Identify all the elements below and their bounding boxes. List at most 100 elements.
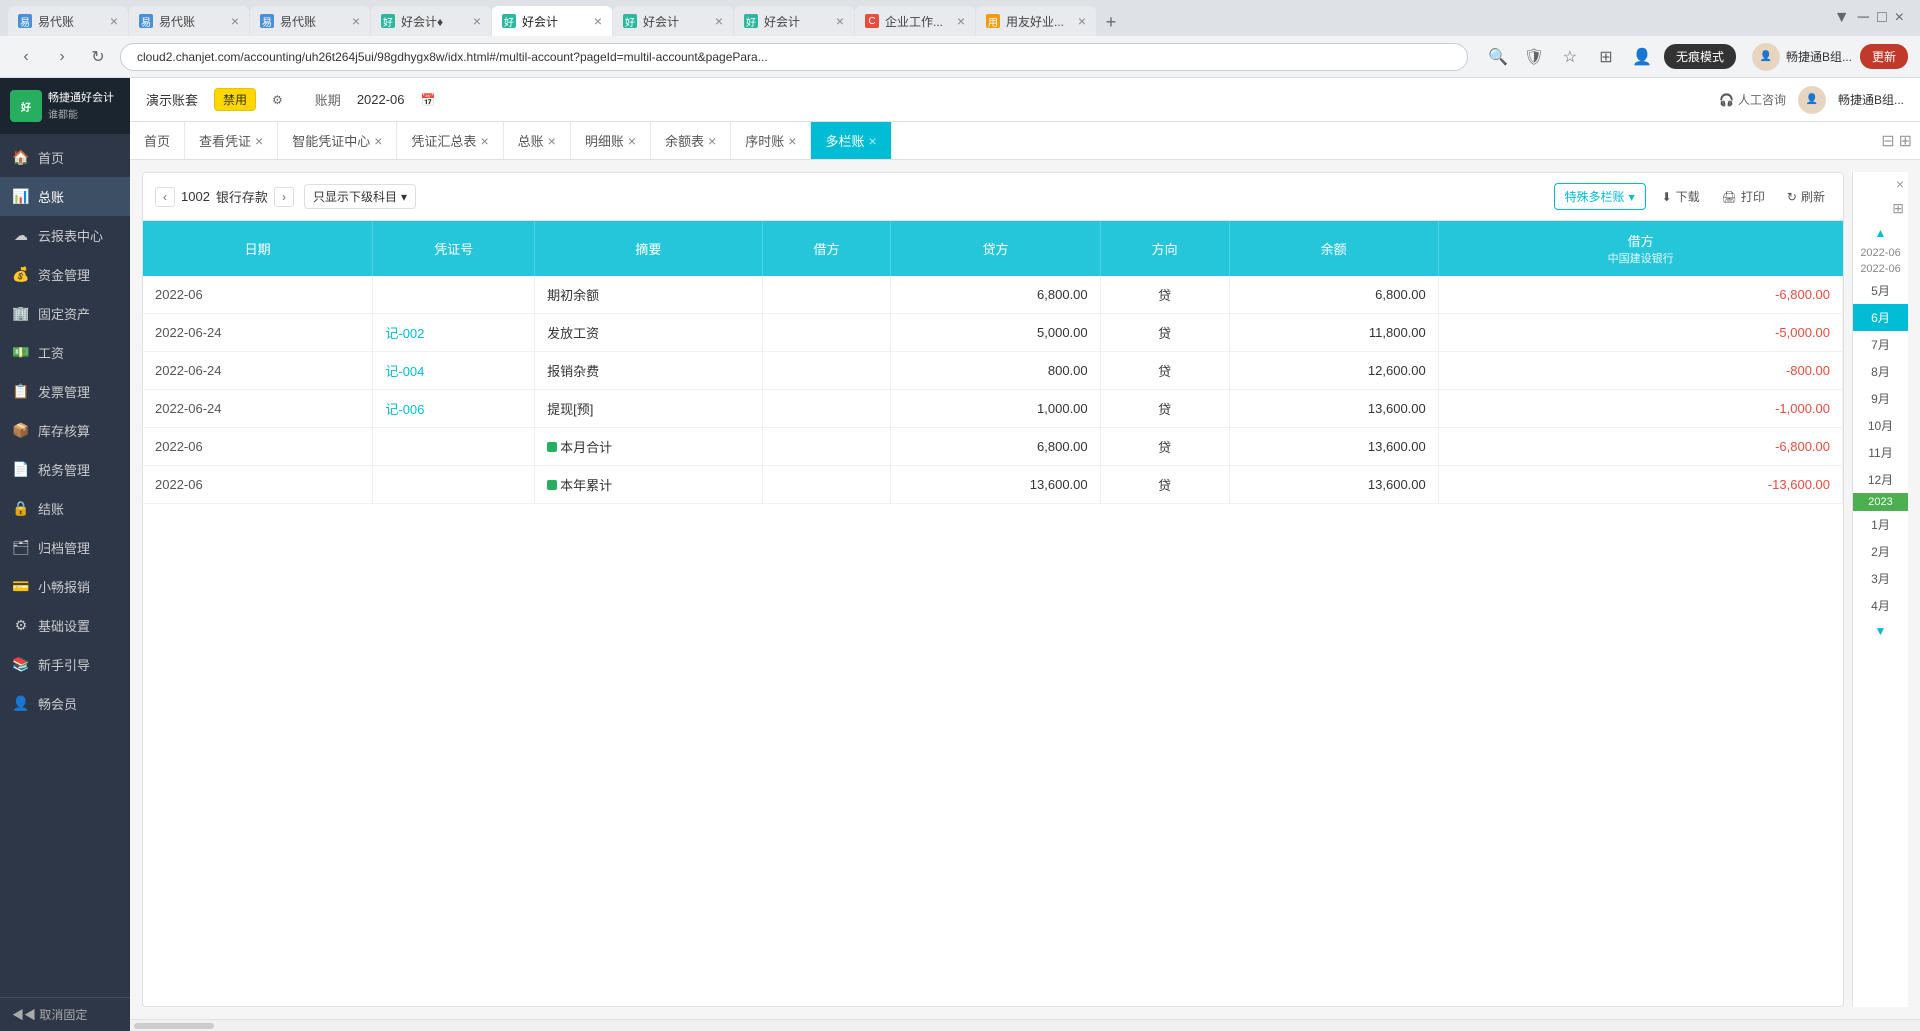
- sidebar-collapse-button[interactable]: ◀◀ 取消固定: [0, 997, 130, 1031]
- cell-voucher[interactable]: 记-004: [373, 352, 535, 390]
- period-value[interactable]: 2022-06: [357, 92, 405, 107]
- forward-button[interactable]: ›: [48, 43, 76, 71]
- search-icon[interactable]: 🔍: [1484, 43, 1512, 71]
- year-2023-label[interactable]: 2023: [1853, 493, 1908, 511]
- print-button[interactable]: 🖨 打印: [1716, 184, 1771, 209]
- profile-icon[interactable]: 👤: [1628, 43, 1656, 71]
- month-may[interactable]: 5月: [1853, 277, 1908, 304]
- tab-7[interactable]: 好 好会计 ×: [734, 6, 854, 36]
- month-june[interactable]: 6月: [1853, 304, 1908, 331]
- back-button[interactable]: ‹: [12, 43, 40, 71]
- nav-tab-close-balance[interactable]: ×: [708, 133, 716, 149]
- tab-close-4[interactable]: ×: [473, 13, 481, 29]
- sidebar-item-fund[interactable]: 💰 资金管理: [0, 255, 130, 294]
- nav-tab-balance[interactable]: 余额表 ×: [651, 122, 731, 160]
- nav-tab-close-voucher[interactable]: ×: [255, 133, 263, 149]
- filter-dropdown[interactable]: 只显示下级科目 ▾: [304, 184, 416, 209]
- tab-list-button[interactable]: ▼: [1834, 9, 1850, 27]
- sidebar-item-inventory[interactable]: 📦 库存核算: [0, 411, 130, 450]
- sidebar-item-close[interactable]: 🔒 结账: [0, 489, 130, 528]
- month-mar-2023[interactable]: 3月: [1853, 565, 1908, 592]
- tab-close-3[interactable]: ×: [352, 13, 360, 29]
- tab-3[interactable]: 易 易代账 ×: [250, 6, 370, 36]
- consult-button[interactable]: 🎧 人工咨询: [1719, 91, 1786, 108]
- cell-voucher[interactable]: 记-006: [373, 390, 535, 428]
- sidebar-item-expense[interactable]: 💳 小畅报销: [0, 567, 130, 606]
- add-tab-button[interactable]: +: [1097, 8, 1125, 36]
- calendar-icon[interactable]: 📅: [421, 93, 436, 107]
- tab-close-8[interactable]: ×: [957, 13, 965, 29]
- close-window-button[interactable]: ×: [1895, 9, 1904, 27]
- nav-tab-multi-column[interactable]: 多栏账 ×: [811, 122, 891, 160]
- tab-close-9[interactable]: ×: [1078, 13, 1086, 29]
- sidebar-item-guide[interactable]: 📚 新手引导: [0, 645, 130, 684]
- tab-close-1[interactable]: ×: [110, 13, 118, 29]
- sidebar-item-settings[interactable]: ⚙ 基础设置: [0, 606, 130, 645]
- tab-8[interactable]: C 企业工作... ×: [855, 6, 975, 36]
- nav-tab-sequence[interactable]: 序时账 ×: [731, 122, 811, 160]
- incognito-mode-button[interactable]: 无痕模式: [1664, 44, 1736, 69]
- nav-tab-detail-ledger[interactable]: 明细账 ×: [571, 122, 651, 160]
- scroll-down-button[interactable]: ▼: [1853, 619, 1908, 643]
- sidebar-item-invoice[interactable]: 📋 发票管理: [0, 372, 130, 411]
- sidebar-item-report[interactable]: ☁ 云报表中心: [0, 216, 130, 255]
- nav-tab-home[interactable]: 首页: [130, 122, 185, 160]
- shield-icon[interactable]: 🛡: [1520, 43, 1548, 71]
- refresh-button[interactable]: ↻ 刷新: [1781, 184, 1831, 209]
- bookmark-star-icon[interactable]: ☆: [1556, 43, 1584, 71]
- close-sidebar-button[interactable]: ×: [1896, 176, 1904, 192]
- month-july[interactable]: 7月: [1853, 331, 1908, 358]
- scroll-up-button[interactable]: ▲: [1853, 221, 1908, 245]
- nav-expand-icon[interactable]: ⊞: [1899, 131, 1912, 151]
- tab-close-7[interactable]: ×: [836, 13, 844, 29]
- nav-tab-close-multi[interactable]: ×: [868, 133, 876, 149]
- expand-sidebar-button[interactable]: ⊞: [1892, 200, 1904, 217]
- month-feb-2023[interactable]: 2月: [1853, 538, 1908, 565]
- tab-6[interactable]: 好 好会计 ×: [613, 6, 733, 36]
- account-settings-icon[interactable]: ⚙: [272, 93, 283, 107]
- tab-1[interactable]: 易 易代账 ×: [8, 6, 128, 36]
- special-multicolumn-button[interactable]: 特殊多栏账 ▾: [1554, 183, 1646, 210]
- sidebar-item-tax[interactable]: 📄 税务管理: [0, 450, 130, 489]
- sidebar-item-ledger[interactable]: 📊 总账: [0, 177, 130, 216]
- nav-tab-close-summary[interactable]: ×: [480, 133, 488, 149]
- nav-tab-voucher-summary[interactable]: 凭证汇总表 ×: [397, 122, 503, 160]
- cell-voucher[interactable]: 记-002: [373, 314, 535, 352]
- month-jan-2023[interactable]: 1月: [1853, 511, 1908, 538]
- nav-tab-voucher[interactable]: 查看凭证 ×: [185, 122, 278, 160]
- nav-tab-general-ledger[interactable]: 总账 ×: [504, 122, 571, 160]
- nav-tab-close-general[interactable]: ×: [548, 133, 556, 149]
- month-august[interactable]: 8月: [1853, 358, 1908, 385]
- tab-close-5[interactable]: ×: [594, 13, 602, 29]
- month-december[interactable]: 12月: [1853, 466, 1908, 493]
- update-button[interactable]: 更新: [1860, 44, 1908, 69]
- tab-close-6[interactable]: ×: [715, 13, 723, 29]
- nav-tab-close-sequence[interactable]: ×: [788, 133, 796, 149]
- grid-icon[interactable]: ⊞: [1592, 43, 1620, 71]
- sidebar-item-member[interactable]: 👤 畅会员: [0, 684, 130, 723]
- tab-4[interactable]: 好 好会计♦ ×: [371, 6, 491, 36]
- reload-button[interactable]: ↻: [84, 43, 112, 71]
- tab-close-2[interactable]: ×: [231, 13, 239, 29]
- nav-tab-close-smart[interactable]: ×: [374, 133, 382, 149]
- tab-5[interactable]: 好 好会计 ×: [492, 6, 612, 36]
- sidebar-item-assets[interactable]: 🏢 固定资产: [0, 294, 130, 333]
- maximize-button[interactable]: □: [1877, 9, 1887, 27]
- tab-9[interactable]: 用 用友好业... ×: [976, 6, 1096, 36]
- horizontal-scrollbar[interactable]: [130, 1019, 1920, 1031]
- nav-tab-smart-voucher[interactable]: 智能凭证中心 ×: [278, 122, 397, 160]
- month-november[interactable]: 11月: [1853, 439, 1908, 466]
- address-input[interactable]: [120, 43, 1468, 71]
- sidebar-item-archive[interactable]: 🗂 归档管理: [0, 528, 130, 567]
- month-october[interactable]: 10月: [1853, 412, 1908, 439]
- nav-collapse-icon[interactable]: ⊟: [1881, 131, 1894, 151]
- month-apr-2023[interactable]: 4月: [1853, 592, 1908, 619]
- sidebar-item-home[interactable]: 🏠 首页: [0, 138, 130, 177]
- month-september[interactable]: 9月: [1853, 385, 1908, 412]
- account-prev-button[interactable]: ‹: [155, 187, 175, 207]
- nav-tab-close-detail[interactable]: ×: [628, 133, 636, 149]
- tab-2[interactable]: 易 易代账 ×: [129, 6, 249, 36]
- account-next-button[interactable]: ›: [274, 187, 294, 207]
- sidebar-item-salary[interactable]: 💵 工资: [0, 333, 130, 372]
- minimize-button[interactable]: ─: [1858, 9, 1869, 27]
